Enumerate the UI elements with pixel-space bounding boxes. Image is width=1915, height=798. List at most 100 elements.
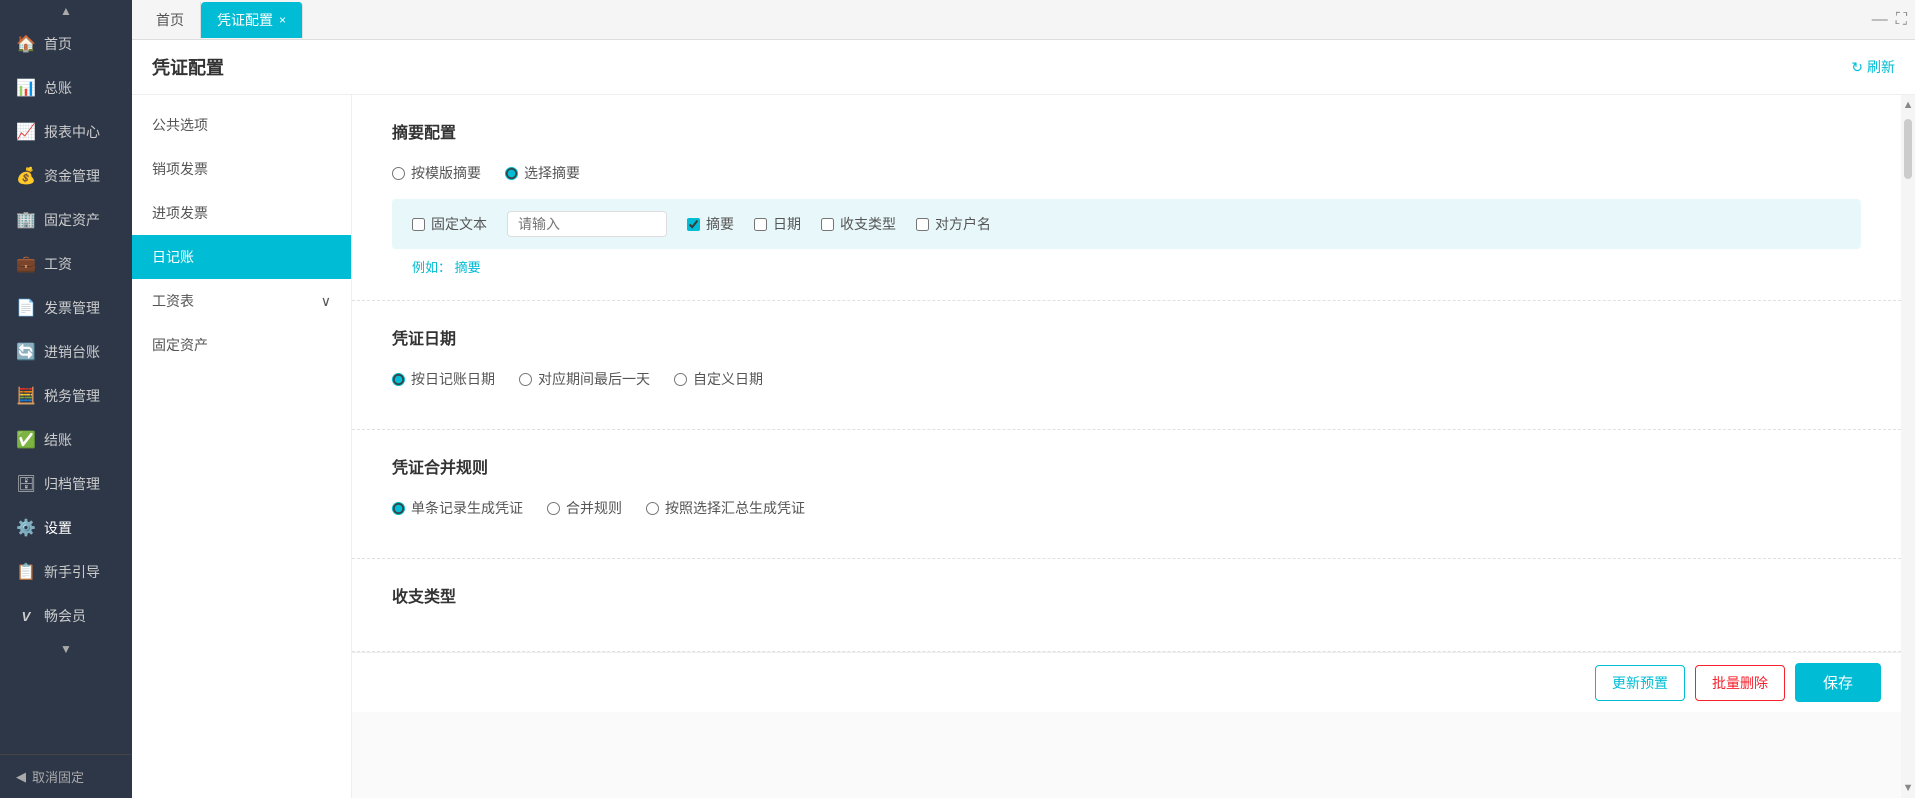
sidebar-item-reports[interactable]: 📈 报表中心 (0, 110, 132, 154)
checkbox-date[interactable] (754, 218, 767, 231)
sidebar-item-guide[interactable]: 📋 新手引导 (0, 550, 132, 594)
checkbox-fixed-text[interactable] (412, 218, 425, 231)
radio-last-day-label[interactable]: 对应期间最后一天 (519, 369, 650, 389)
sidebar: ▲ 🏠 首页 📊 总账 📈 报表中心 💰 资金管理 🏢 固定资产 💼 工资 📄 … (0, 0, 132, 798)
sidebar-item-member[interactable]: V 畅会员 (0, 594, 132, 638)
radio-custom-date[interactable] (674, 373, 687, 386)
tab-home[interactable]: 首页 (140, 2, 201, 38)
home-icon: 🏠 (16, 34, 36, 54)
chevron-down-icon: ∨ (321, 293, 331, 310)
summary-config-section: 摘要配置 按模版摘要 选择摘要 (352, 95, 1901, 301)
assets-icon: 🏢 (16, 210, 36, 230)
checkbox-summary[interactable] (687, 218, 700, 231)
update-preview-button[interactable]: 更新预置 (1595, 665, 1685, 701)
tab-voucher-config[interactable]: 凭证配置 × (201, 2, 303, 38)
radio-select-label[interactable]: 选择摘要 (505, 163, 580, 183)
sidebar-scroll-up[interactable]: ▲ (0, 0, 132, 22)
checkbox-fixed-text-label[interactable]: 固定文本 (412, 214, 487, 234)
settings-icon: ⚙️ (16, 518, 36, 538)
page-header: 凭证配置 ↻ 刷新 (132, 40, 1915, 95)
checkbox-income-type[interactable] (821, 218, 834, 231)
tab-maximize-icon[interactable]: ⛶ (1896, 11, 1907, 29)
merge-rules-radio-group: 单条记录生成凭证 合并规则 按照选择汇总生成凭证 (392, 498, 1861, 518)
checkbox-date-label[interactable]: 日期 (754, 214, 801, 234)
radio-summary-label[interactable]: 按照选择汇总生成凭证 (646, 498, 805, 518)
radio-journal-date-label[interactable]: 按日记账日期 (392, 369, 495, 389)
tab-close-icon[interactable]: × (279, 13, 286, 27)
settlement-icon: ✅ (16, 430, 36, 450)
checkbox-counterpart[interactable] (916, 218, 929, 231)
scroll-down-arrow[interactable]: ▼ (1899, 778, 1915, 798)
refresh-icon: ↻ (1851, 59, 1863, 76)
merge-rules-title: 凭证合并规则 (392, 454, 1861, 478)
summary-radio-group: 按模版摘要 选择摘要 (392, 163, 1861, 183)
pin-icon: ◀ (16, 769, 26, 785)
left-nav-journal[interactable]: 日记账 (132, 235, 351, 279)
sidebar-item-invoice[interactable]: 📄 发票管理 (0, 286, 132, 330)
income-type-title: 收支类型 (392, 583, 1861, 607)
tab-minimize-icon[interactable]: — (1872, 11, 1888, 29)
radio-merge[interactable] (547, 502, 560, 515)
scroll-up-arrow[interactable]: ▲ (1899, 95, 1915, 115)
voucher-date-radio-group: 按日记账日期 对应期间最后一天 自定义日期 (392, 369, 1861, 389)
sidebar-item-funds[interactable]: 💰 资金管理 (0, 154, 132, 198)
sidebar-item-ledger[interactable]: 📊 总账 (0, 66, 132, 110)
radio-summary[interactable] (646, 502, 659, 515)
page-title: 凭证配置 (152, 54, 224, 80)
left-nav-sales[interactable]: 销项发票 (132, 147, 351, 191)
checkbox-summary-label[interactable]: 摘要 (687, 214, 734, 234)
outer-scrollbar[interactable]: ▲ ▼ (1901, 95, 1915, 798)
guide-icon: 📋 (16, 562, 36, 582)
sidebar-item-settings[interactable]: ⚙️ 设置 (0, 506, 132, 550)
radio-select[interactable] (505, 167, 518, 180)
sidebar-item-payroll[interactable]: 💼 工资 (0, 242, 132, 286)
purchase-icon: 🔄 (16, 342, 36, 362)
voucher-date-section: 凭证日期 按日记账日期 对应期间最后一天 自定义日期 (352, 301, 1901, 430)
summary-config-title: 摘要配置 (392, 119, 1861, 143)
radio-custom-date-label[interactable]: 自定义日期 (674, 369, 763, 389)
reports-icon: 📈 (16, 122, 36, 142)
invoice-icon: 📄 (16, 298, 36, 318)
sidebar-scroll-down[interactable]: ▼ (0, 638, 132, 660)
sidebar-item-archive[interactable]: 🗄 归档管理 (0, 462, 132, 506)
member-icon: V (16, 609, 36, 624)
sidebar-item-home[interactable]: 🏠 首页 (0, 22, 132, 66)
batch-delete-button[interactable]: 批量删除 (1695, 665, 1785, 701)
fixed-text-input[interactable] (507, 211, 667, 237)
tab-controls: — ⛶ (1872, 11, 1907, 29)
left-nav-public[interactable]: 公共选项 (132, 103, 351, 147)
funds-icon: 💰 (16, 166, 36, 186)
radio-last-day[interactable] (519, 373, 532, 386)
sidebar-item-tax[interactable]: 🧮 税务管理 (0, 374, 132, 418)
sidebar-item-purchase[interactable]: 🔄 进销台账 (0, 330, 132, 374)
left-nav-asset[interactable]: 固定资产 (132, 323, 351, 367)
merge-rules-section: 凭证合并规则 单条记录生成凭证 合并规则 按照选择汇总生成凭证 (352, 430, 1901, 559)
summary-checkbox-row: 固定文本 摘要 日期 收支类型 (392, 199, 1861, 249)
checkbox-counterpart-label[interactable]: 对方户名 (916, 214, 991, 234)
save-button[interactable]: 保存 (1795, 663, 1881, 702)
payroll-icon: 💼 (16, 254, 36, 274)
tab-bar: 首页 凭证配置 × — ⛶ (132, 0, 1915, 40)
archive-icon: 🗄 (16, 474, 36, 494)
sidebar-item-settlement[interactable]: ✅ 结账 (0, 418, 132, 462)
radio-single[interactable] (392, 502, 405, 515)
sidebar-cancel-pin[interactable]: ◀ 取消固定 (0, 754, 132, 798)
radio-template-label[interactable]: 按模版摘要 (392, 163, 481, 183)
radio-journal-date[interactable] (392, 373, 405, 386)
checkbox-income-type-label[interactable]: 收支类型 (821, 214, 896, 234)
radio-single-label[interactable]: 单条记录生成凭证 (392, 498, 523, 518)
scroll-thumb[interactable] (1904, 119, 1912, 179)
left-nav-purchase-invoice[interactable]: 进项发票 (132, 191, 351, 235)
bottom-bar: 更新预置 批量删除 保存 (352, 652, 1901, 712)
refresh-button[interactable]: ↻ 刷新 (1851, 57, 1895, 77)
tax-icon: 🧮 (16, 386, 36, 406)
main-area: 首页 凭证配置 × — ⛶ 凭证配置 ↻ 刷新 公共选项 (132, 0, 1915, 798)
example-text: 例如： 摘要 (392, 257, 1861, 276)
radio-merge-label[interactable]: 合并规则 (547, 498, 622, 518)
income-type-section: 收支类型 (352, 559, 1901, 652)
radio-template[interactable] (392, 167, 405, 180)
sidebar-item-assets[interactable]: 🏢 固定资产 (0, 198, 132, 242)
voucher-date-title: 凭证日期 (392, 325, 1861, 349)
left-nav: 公共选项 销项发票 进项发票 日记账 工资表 ∨ 固定资产 (132, 95, 352, 798)
left-nav-payroll[interactable]: 工资表 ∨ (132, 279, 351, 323)
